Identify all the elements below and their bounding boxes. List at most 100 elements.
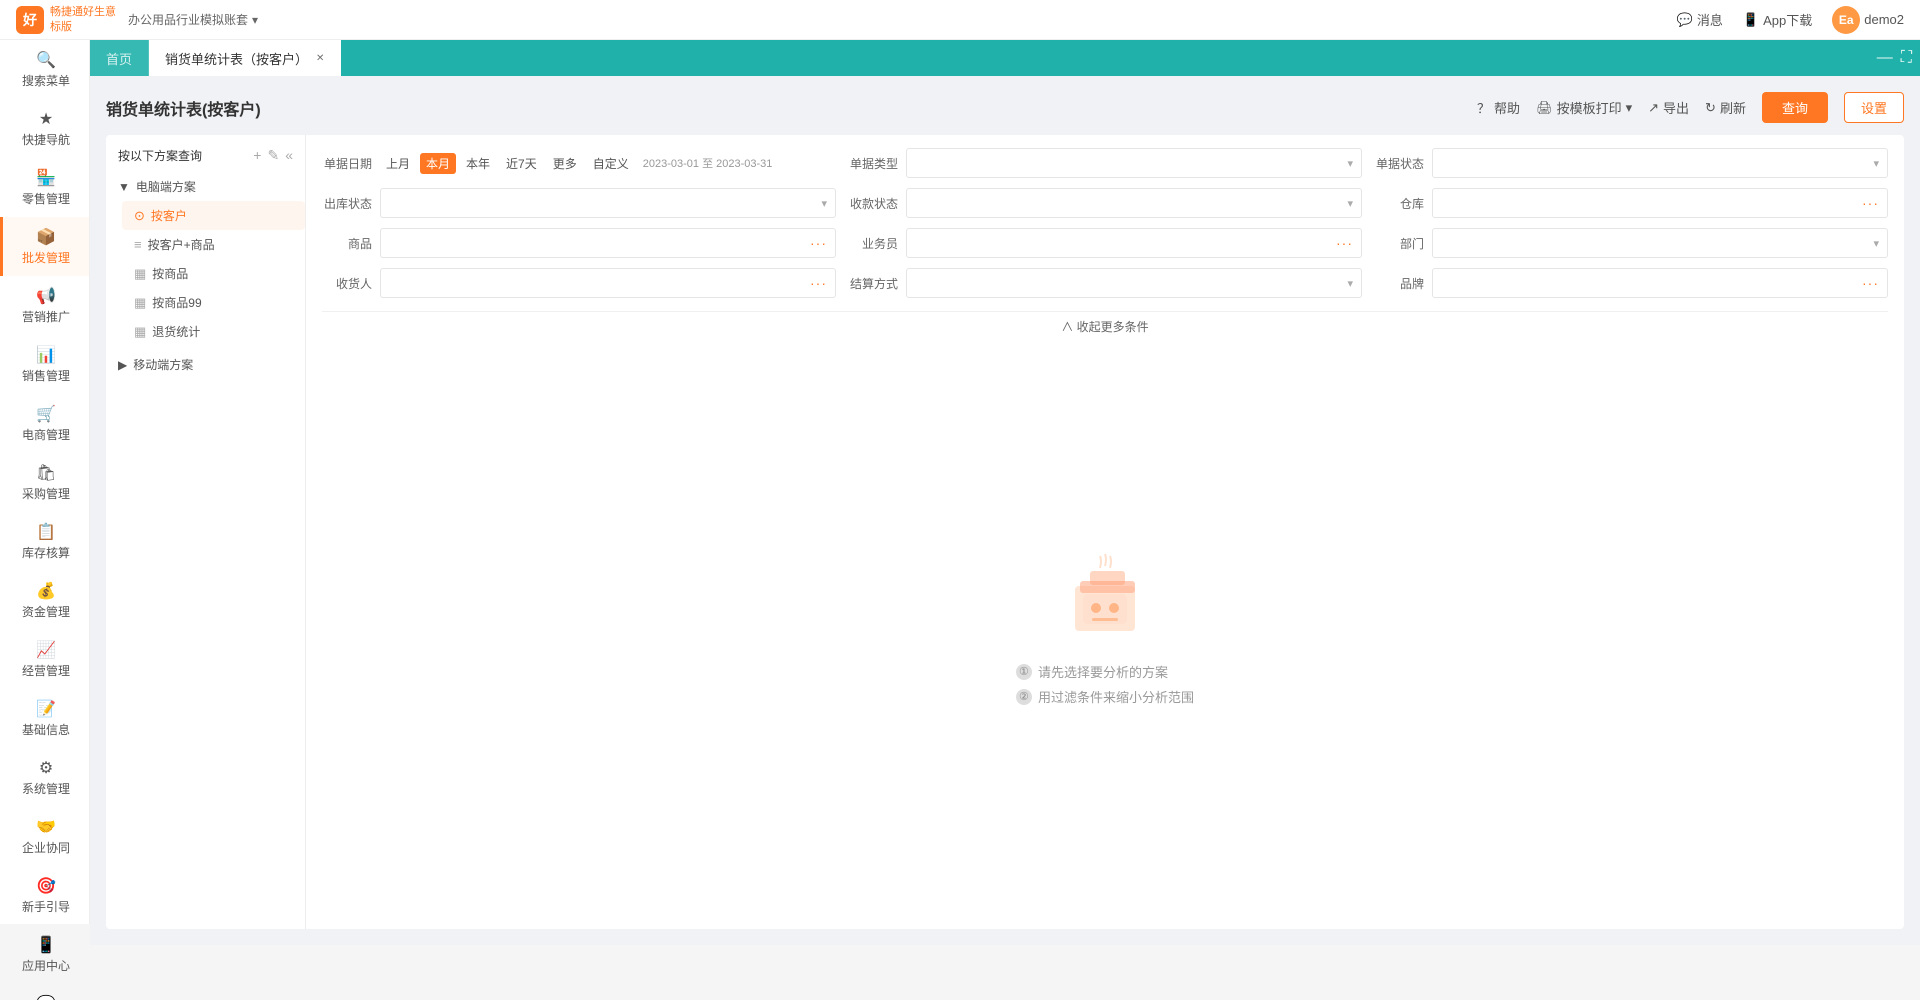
sidebar-item-basic-info[interactable]: 📝 基础信息	[0, 689, 89, 748]
filter-payment-method: 结算方式 ▾	[848, 267, 1362, 299]
scheme-item-icon-customer: ⊙	[134, 208, 145, 224]
finance-icon: 💰	[36, 581, 56, 601]
out-status-dropdown[interactable]: ▾	[380, 188, 836, 218]
tab-close-icon[interactable]: ✕	[316, 53, 324, 64]
scheme-item-by-goods[interactable]: ▦ 按商品	[122, 259, 305, 288]
page-title: 销货单统计表(按客户)	[106, 96, 261, 120]
scheme-group-desktop-title[interactable]: ▼ 电脑端方案	[106, 172, 305, 201]
scheme-edit-icon[interactable]: ✎	[267, 147, 279, 164]
operations-icon: 📈	[36, 640, 56, 660]
download-icon: 📱	[1743, 12, 1759, 28]
date-btn-this-month[interactable]: 本月	[420, 153, 456, 174]
date-btn-last-month[interactable]: 上月	[380, 153, 416, 174]
warehouse-picker[interactable]: ···	[1432, 188, 1888, 218]
sidebar-item-collab[interactable]: 🤝 企业协同	[0, 807, 89, 866]
filter-doc-type: 单据类型 ▾	[848, 147, 1362, 179]
brand-picker[interactable]: ···	[1432, 268, 1888, 298]
dropdown-icon5: ▾	[1873, 237, 1879, 250]
user-menu[interactable]: Ea demo2	[1832, 6, 1904, 34]
scheme-item-goods-99[interactable]: ▦ 按商品99	[122, 288, 305, 317]
payment-dropdown[interactable]: ▾	[906, 268, 1362, 298]
sidebar: 🔍 搜索菜单 ★ 快捷导航 🏪 零售管理 📦 批发管理 📢 营销推广 📊 销售管…	[0, 0, 90, 924]
scheme-item-by-customer[interactable]: ⊙ 按客户	[122, 201, 305, 230]
sidebar-item-purchase[interactable]: 🛍 采购管理	[0, 453, 89, 512]
query-button[interactable]: 查询	[1762, 92, 1828, 123]
page-actions: ？ 帮助 🖨 按模板打印 ▾ ↗ 导出 ↻ 刷新 查询 设置	[1477, 92, 1904, 123]
app-download-button[interactable]: 📱 App下载	[1743, 10, 1812, 29]
more-icon3: ···	[1336, 235, 1353, 251]
scheme-item-return-stats[interactable]: ▦ 退货统计	[122, 317, 305, 346]
tab-sales-stats[interactable]: 销货单统计表（按客户） ✕	[149, 40, 341, 76]
date-btn-more[interactable]: 更多	[547, 153, 583, 174]
sidebar-item-search[interactable]: 🔍 搜索菜单	[0, 40, 89, 99]
scheme-item-icon-return: ▦	[134, 324, 146, 340]
tab-maximize-button[interactable]: ⛶	[1901, 49, 1912, 67]
scheme-group-mobile: ▶ 移动端方案	[106, 350, 305, 379]
inventory-icon: 📋	[36, 522, 56, 542]
sidebar-item-ecommerce[interactable]: 🛒 电商管理	[0, 394, 89, 453]
sidebar-item-wholesale[interactable]: 📦 批发管理	[0, 217, 89, 276]
scheme-group-desktop-items: ⊙ 按客户 ≡ 按客户+商品 ▦ 按商品 ▦ 按商品99	[106, 201, 305, 346]
empty-tips: ① 请先选择要分析的方案 ② 用过滤条件来缩小分析范围	[1016, 662, 1194, 712]
date-btn-this-year[interactable]: 本年	[460, 153, 496, 174]
tab-minimize-button[interactable]: —	[1877, 49, 1893, 67]
refresh-button[interactable]: ↻ 刷新	[1705, 98, 1746, 117]
scheme-add-icon[interactable]: +	[253, 147, 261, 164]
collapse-bar[interactable]: ∧ 收起更多条件	[322, 311, 1888, 341]
sidebar-item-quick-nav[interactable]: ★ 快捷导航	[0, 99, 89, 158]
scheme-item-icon-cg: ≡	[134, 237, 142, 252]
more-icon: ···	[1862, 195, 1879, 211]
scheme-group-mobile-title[interactable]: ▶ 移动端方案	[106, 350, 305, 379]
goods-picker[interactable]: ···	[380, 228, 836, 258]
settings-button[interactable]: 设置	[1844, 92, 1904, 123]
sidebar-item-guide[interactable]: 🎯 新手引导	[0, 866, 89, 925]
date-btn-custom[interactable]: 自定义	[587, 153, 635, 174]
export-icon: ↗	[1648, 100, 1659, 116]
sidebar-item-retail[interactable]: 🏪 零售管理	[0, 158, 89, 217]
dropdown-icon3: ▾	[821, 197, 827, 210]
sidebar-item-operations[interactable]: 📈 经营管理	[0, 630, 89, 689]
empty-illustration	[1045, 546, 1165, 646]
filter-warehouse: 仓库 ···	[1374, 187, 1888, 219]
dept-dropdown[interactable]: ▾	[1432, 228, 1888, 258]
sidebar-item-system[interactable]: ⚙ 系统管理	[0, 748, 89, 807]
retail-icon: 🏪	[36, 168, 56, 188]
doc-status-dropdown[interactable]: ▾	[1432, 148, 1888, 178]
doc-type-dropdown[interactable]: ▾	[906, 148, 1362, 178]
scheme-item-customer-goods[interactable]: ≡ 按客户+商品	[122, 230, 305, 259]
dropdown-icon: ▾	[1347, 157, 1353, 170]
receive-status-dropdown[interactable]: ▾	[906, 188, 1362, 218]
sidebar-item-finance[interactable]: 💰 资金管理	[0, 571, 89, 630]
recipient-picker[interactable]: ···	[380, 268, 836, 298]
sidebar-item-sales[interactable]: 📊 销售管理	[0, 335, 89, 394]
main-content: 销货单统计表(按客户) ？ 帮助 🖨 按模板打印 ▾ ↗ 导出 ↻ 刷新 查询 …	[90, 76, 1920, 945]
salesman-picker[interactable]: ···	[906, 228, 1362, 258]
tab-home[interactable]: 首页	[90, 40, 149, 76]
ecommerce-icon: 🛒	[36, 404, 56, 424]
tab-bar-actions: — ⛶	[1877, 49, 1920, 67]
message-button[interactable]: 💬 消息	[1677, 10, 1723, 29]
help-button[interactable]: ？ 帮助	[1477, 98, 1520, 117]
filter-receive-status: 收款状态 ▾	[848, 187, 1362, 219]
scheme-panel: 按以下方案查询 + ✎ « ▼ 电脑端方案 ⊙ 按客户	[106, 135, 306, 929]
sales-icon: 📊	[36, 345, 56, 365]
print-icon: 🖨	[1536, 100, 1553, 116]
sidebar-item-marketing[interactable]: 📢 营销推广	[0, 276, 89, 335]
content-panel: 按以下方案查询 + ✎ « ▼ 电脑端方案 ⊙ 按客户	[106, 135, 1904, 929]
scheme-group-desktop: ▼ 电脑端方案 ⊙ 按客户 ≡ 按客户+商品 ▦ 按商品	[106, 172, 305, 346]
avatar: Ea	[1832, 6, 1860, 34]
tab-bar: 首页 销货单统计表（按客户） ✕ — ⛶	[90, 40, 1920, 76]
breadcrumb[interactable]: 办公用品行业模拟账套 ▾	[128, 11, 258, 28]
header-left: 好 畅捷通好生意 标版 办公用品行业模拟账套 ▾	[16, 5, 258, 34]
top-header: 好 畅捷通好生意 标版 办公用品行业模拟账套 ▾ 💬 消息 📱 App下载 Ea…	[0, 0, 1920, 40]
group-arrow-icon: ▼	[118, 180, 130, 194]
filter-salesman: 业务员 ···	[848, 227, 1362, 259]
collab-icon: 🤝	[36, 817, 56, 837]
marketing-icon: 📢	[36, 286, 56, 306]
logo-text: 畅捷通好生意 标版	[50, 5, 116, 34]
export-button[interactable]: ↗ 导出	[1648, 98, 1689, 117]
scheme-collapse-icon[interactable]: «	[285, 147, 293, 164]
template-print-button[interactable]: 🖨 按模板打印 ▾	[1536, 98, 1632, 117]
sidebar-item-inventory[interactable]: 📋 库存核算	[0, 512, 89, 571]
date-btn-7days[interactable]: 近7天	[500, 153, 543, 174]
